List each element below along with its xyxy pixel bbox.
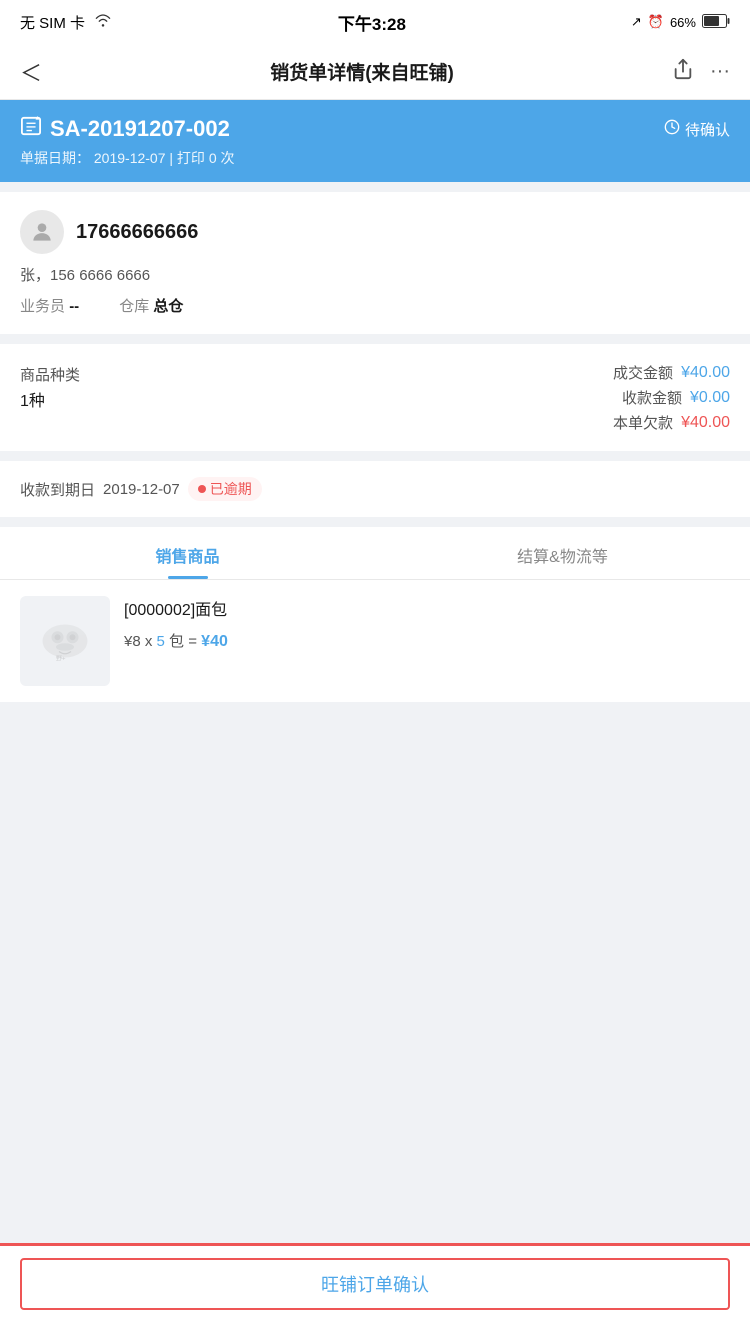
status-right: ↗ ⏰ 66% bbox=[631, 14, 730, 31]
tabs-bar: 销售商品 结算&物流等 bbox=[0, 527, 750, 580]
salesperson-field: 业务员 -- bbox=[20, 295, 79, 316]
product-details: [0000002]面包 ¥8 x 5 包 = ¥40 bbox=[124, 596, 730, 651]
bottom-action-bar: 旺铺订单确认 bbox=[0, 1243, 750, 1334]
product-price-line: ¥8 x 5 包 = ¥40 bbox=[124, 630, 730, 651]
share-button[interactable] bbox=[672, 58, 694, 86]
clock-icon bbox=[664, 119, 680, 139]
order-date-line: 单据日期： 2019-12-07 | 打印 0 次 bbox=[20, 148, 730, 168]
tab-sales-goods[interactable]: 销售商品 bbox=[0, 527, 375, 579]
tabs-section: 销售商品 结算&物流等 野+ [0000002]面包 bbox=[0, 527, 750, 702]
carrier-label: 无 SIM 卡 bbox=[20, 12, 85, 33]
deal-amount: 成交金额 ¥40.00 bbox=[613, 362, 730, 383]
alarm-icon: ⏰ bbox=[648, 14, 664, 30]
status-bar: 无 SIM 卡 下午3:28 ↗ ⏰ 66% bbox=[0, 0, 750, 44]
due-date-card: 收款到期日 2019-12-07 已逾期 bbox=[0, 461, 750, 517]
product-name: [0000002]面包 bbox=[124, 596, 730, 620]
product-item: 野+ [0000002]面包 ¥8 x 5 包 = ¥40 bbox=[20, 596, 730, 686]
order-icon bbox=[20, 116, 42, 142]
customer-meta: 业务员 -- 仓库 总仓 bbox=[20, 295, 730, 316]
warehouse-field: 仓库 总仓 bbox=[119, 295, 183, 316]
customer-card: 17666666666 张，156 6666 6666 业务员 -- 仓库 总仓 bbox=[0, 192, 750, 334]
battery-label: 66% bbox=[670, 15, 696, 30]
status-time: 下午3:28 bbox=[338, 10, 406, 35]
order-id: SA-20191207-002 bbox=[20, 116, 230, 142]
product-thumbnail: 野+ bbox=[20, 596, 110, 686]
summary-right: 成交金额 ¥40.00 收款金额 ¥0.00 本单欠款 ¥40.00 bbox=[613, 362, 730, 433]
back-button[interactable]: ＜ bbox=[20, 56, 52, 88]
product-list: 野+ [0000002]面包 ¥8 x 5 包 = ¥40 bbox=[0, 580, 750, 702]
content-area bbox=[0, 702, 750, 1002]
status-left: 无 SIM 卡 bbox=[20, 12, 113, 33]
order-status: 待确认 bbox=[664, 119, 730, 140]
confirm-order-button[interactable]: 旺铺订单确认 bbox=[20, 1258, 730, 1310]
customer-phone: 17666666666 bbox=[76, 221, 198, 244]
owed-amount: 本单欠款 ¥40.00 bbox=[613, 412, 730, 433]
received-amount: 收款金额 ¥0.00 bbox=[613, 387, 730, 408]
summary-left: 商品种类 1种 bbox=[20, 362, 80, 411]
overdue-dot-icon bbox=[198, 485, 206, 493]
tab-settlement[interactable]: 结算&物流等 bbox=[375, 527, 750, 579]
summary-card: 商品种类 1种 成交金额 ¥40.00 收款金额 ¥0.00 本单欠款 ¥40.… bbox=[0, 344, 750, 451]
customer-info: 张，156 6666 6666 bbox=[20, 264, 730, 285]
wifi-icon bbox=[93, 13, 113, 31]
nav-actions: ··· bbox=[672, 58, 730, 86]
location-icon: ↗ bbox=[631, 14, 642, 30]
customer-avatar bbox=[20, 210, 64, 254]
nav-bar: ＜ 销货单详情(来自旺铺) ··· bbox=[0, 44, 750, 100]
order-header: SA-20191207-002 待确认 单据日期： 2019-12-07 | 打… bbox=[0, 100, 750, 182]
battery-icon bbox=[702, 14, 730, 31]
overdue-badge: 已逾期 bbox=[188, 477, 262, 501]
more-button[interactable]: ··· bbox=[710, 60, 730, 83]
page-title: 销货单详情(来自旺铺) bbox=[52, 58, 672, 85]
